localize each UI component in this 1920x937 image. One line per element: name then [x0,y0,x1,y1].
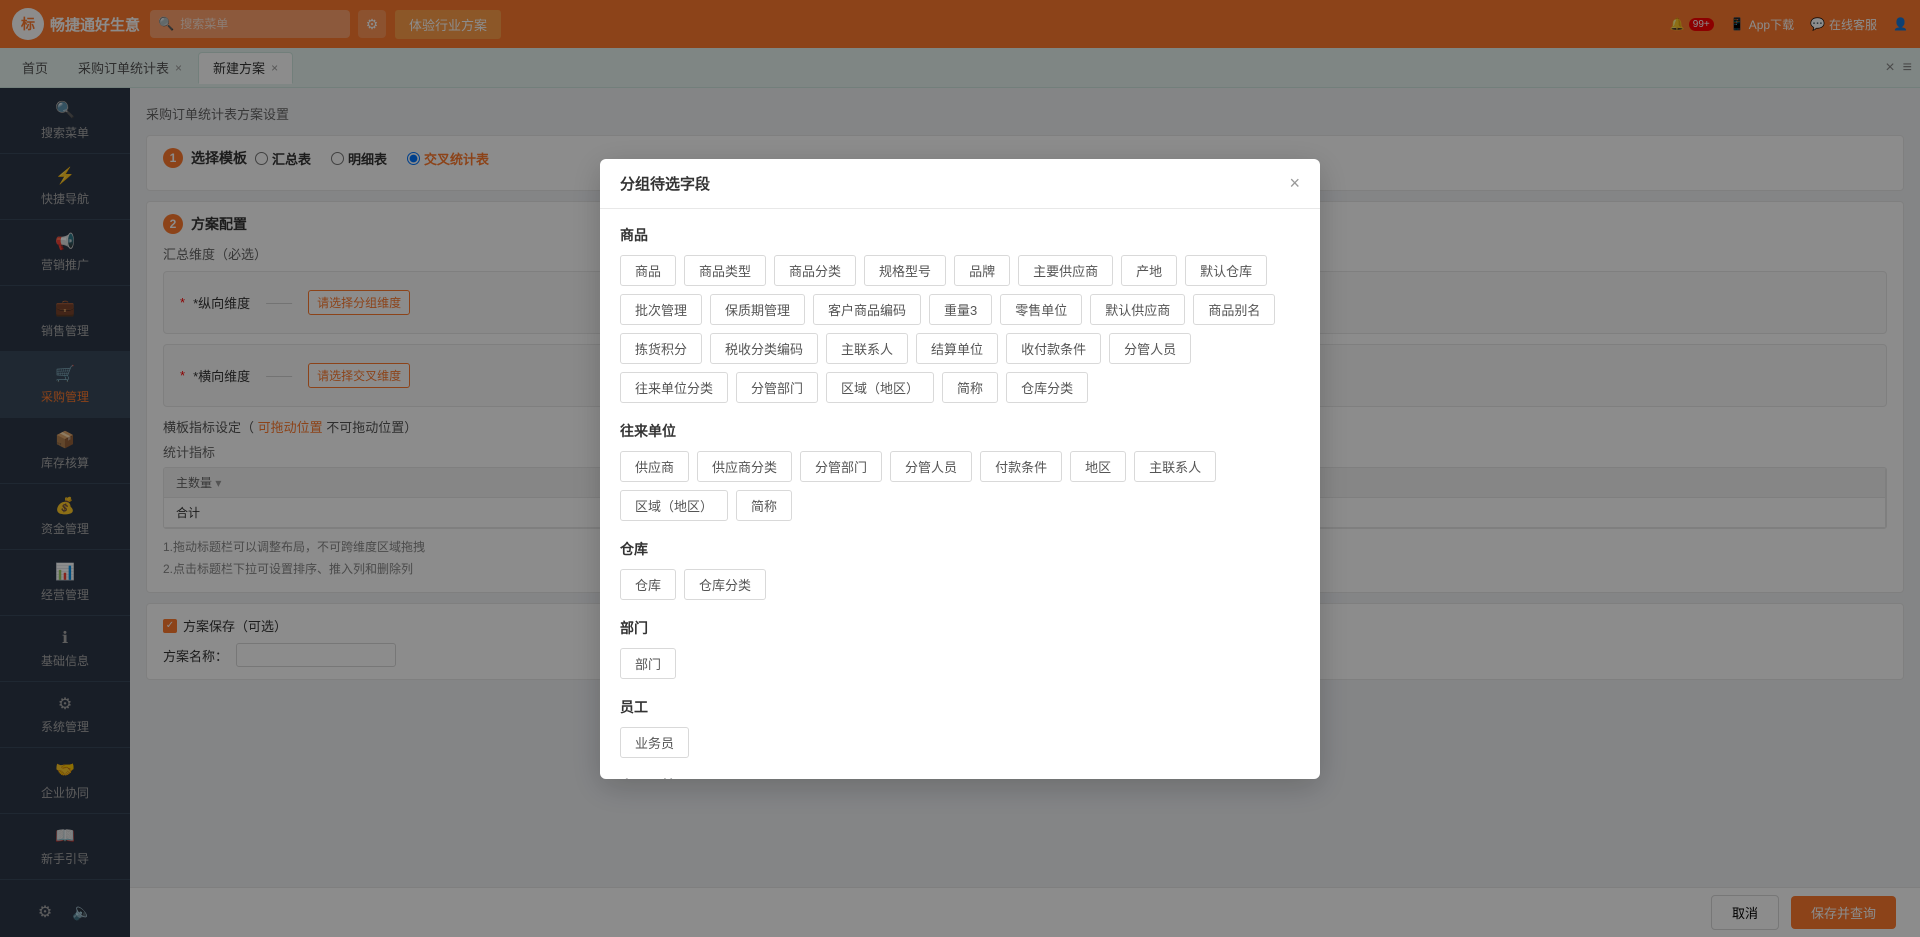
field-tag-0-4[interactable]: 品牌 [954,255,1010,286]
field-group-title-2: 仓库 [620,539,1300,559]
field-tag-1-8[interactable]: 简称 [736,490,792,521]
field-tag-0-7[interactable]: 默认仓库 [1185,255,1267,286]
field-group-1: 往来单位供应商供应商分类分管部门分管人员付款条件地区主联系人区域（地区） 简称 [620,421,1300,521]
field-tags-0: 商品商品类型商品分类规格型号品牌主要供应商产地默认仓库批次管理保质期管理客户商品… [620,255,1300,403]
field-tag-0-0[interactable]: 商品 [620,255,676,286]
field-group-2: 仓库仓库仓库分类 [620,539,1300,600]
field-tag-0-19[interactable]: 收付款条件 [1006,333,1101,364]
field-tag-0-21[interactable]: 往来单位分类 [620,372,728,403]
field-group-3: 部门部门 [620,618,1300,679]
field-tags-1: 供应商供应商分类分管部门分管人员付款条件地区主联系人区域（地区） 简称 [620,451,1300,521]
field-tag-0-25[interactable]: 仓库分类 [1006,372,1088,403]
field-tag-0-20[interactable]: 分管人员 [1109,333,1191,364]
field-tag-1-0[interactable]: 供应商 [620,451,689,482]
field-tag-0-2[interactable]: 商品分类 [774,255,856,286]
field-tags-4: 业务员 [620,727,1300,758]
modal-overlay: 分组待选字段 × 商品商品商品类型商品分类规格型号品牌主要供应商产地默认仓库批次… [0,0,1920,937]
field-tag-1-5[interactable]: 地区 [1070,451,1126,482]
field-tag-3-0[interactable]: 部门 [620,648,676,679]
field-tag-0-15[interactable]: 拣货积分 [620,333,702,364]
field-group-title-3: 部门 [620,618,1300,638]
field-tag-0-13[interactable]: 默认供应商 [1090,294,1185,325]
field-tag-0-8[interactable]: 批次管理 [620,294,702,325]
field-tag-0-24[interactable]: 简称 [942,372,998,403]
field-group-5: 商品属性属性颜色多规格尺码鞋码1 [620,776,1300,779]
field-tag-1-1[interactable]: 供应商分类 [697,451,792,482]
field-tag-2-0[interactable]: 仓库 [620,569,676,600]
field-tag-0-9[interactable]: 保质期管理 [710,294,805,325]
field-tags-3: 部门 [620,648,1300,679]
field-tag-0-22[interactable]: 分管部门 [736,372,818,403]
field-tag-0-14[interactable]: 商品别名 [1193,294,1275,325]
field-tags-2: 仓库仓库分类 [620,569,1300,600]
field-tag-0-11[interactable]: 重量3 [929,294,992,325]
field-tag-1-3[interactable]: 分管人员 [890,451,972,482]
field-tag-0-10[interactable]: 客户商品编码 [813,294,921,325]
modal-body: 商品商品商品类型商品分类规格型号品牌主要供应商产地默认仓库批次管理保质期管理客户… [600,209,1320,779]
field-tag-0-3[interactable]: 规格型号 [864,255,946,286]
field-group-title-4: 员工 [620,697,1300,717]
field-tag-0-12[interactable]: 零售单位 [1000,294,1082,325]
field-tag-1-2[interactable]: 分管部门 [800,451,882,482]
field-tag-0-23[interactable]: 区域（地区） [826,372,934,403]
field-tag-0-1[interactable]: 商品类型 [684,255,766,286]
field-tag-1-6[interactable]: 主联系人 [1134,451,1216,482]
field-tag-0-17[interactable]: 主联系人 [826,333,908,364]
field-tag-1-7[interactable]: 区域（地区） [620,490,728,521]
field-tag-2-1[interactable]: 仓库分类 [684,569,766,600]
field-group-title-0: 商品 [620,225,1300,245]
field-tag-1-4[interactable]: 付款条件 [980,451,1062,482]
field-group-title-5: 商品属性 [620,776,1300,779]
modal-header: 分组待选字段 × [600,159,1320,209]
field-group-4: 员工业务员 [620,697,1300,758]
field-group-0: 商品商品商品类型商品分类规格型号品牌主要供应商产地默认仓库批次管理保质期管理客户… [620,225,1300,403]
field-tag-0-5[interactable]: 主要供应商 [1018,255,1113,286]
modal-title: 分组待选字段 [620,173,710,194]
field-tag-0-16[interactable]: 税收分类编码 [710,333,818,364]
field-tag-4-0[interactable]: 业务员 [620,727,689,758]
field-tag-0-6[interactable]: 产地 [1121,255,1177,286]
field-tag-0-18[interactable]: 结算单位 [916,333,998,364]
modal: 分组待选字段 × 商品商品商品类型商品分类规格型号品牌主要供应商产地默认仓库批次… [600,159,1320,779]
field-group-title-1: 往来单位 [620,421,1300,441]
modal-close-button[interactable]: × [1289,173,1300,194]
